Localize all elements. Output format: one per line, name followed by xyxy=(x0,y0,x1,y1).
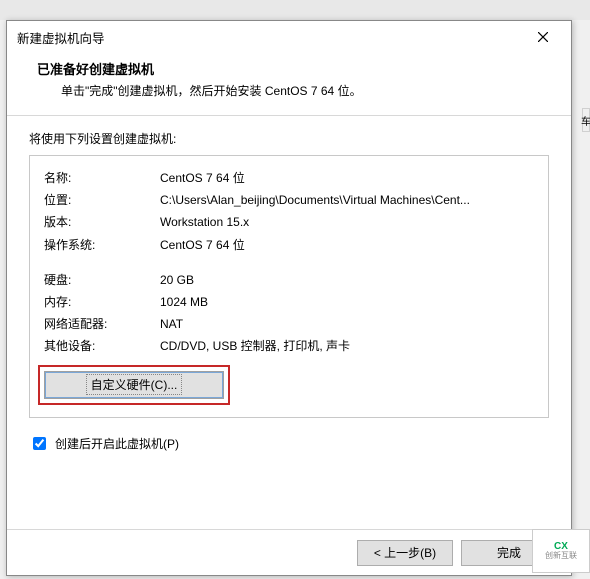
label-other: 其他设备: xyxy=(44,337,160,356)
group-spacer xyxy=(44,258,534,268)
power-on-after-create-checkbox[interactable]: 创建后开启此虚拟机(P) xyxy=(29,434,549,453)
row-os: 操作系统: CentOS 7 64 位 xyxy=(44,236,534,255)
row-name: 名称: CentOS 7 64 位 xyxy=(44,169,534,188)
dialog-title: 新建虚拟机向导 xyxy=(17,28,523,47)
customize-hardware-label: 自定义硬件(C)... xyxy=(86,374,183,395)
value-network: NAT xyxy=(160,315,534,334)
header-subheading: 单击"完成"创建虚拟机，然后开始安装 CentOS 7 64 位。 xyxy=(37,82,541,99)
value-disk: 20 GB xyxy=(160,271,534,290)
value-os: CentOS 7 64 位 xyxy=(160,236,534,255)
value-memory: 1024 MB xyxy=(160,293,534,312)
header: 已准备好创建虚拟机 单击"完成"创建虚拟机，然后开始安装 CentOS 7 64… xyxy=(7,53,571,116)
footer: < 上一步(B) 完成 xyxy=(7,529,571,575)
label-os: 操作系统: xyxy=(44,236,160,255)
label-disk: 硬盘: xyxy=(44,271,160,290)
background-tabs xyxy=(0,0,590,20)
customize-hardware-button[interactable]: 自定义硬件(C)... xyxy=(44,371,224,399)
watermark-logo: CX 创新互联 xyxy=(532,529,590,573)
watermark-text: 创新互联 xyxy=(545,552,577,561)
label-memory: 内存: xyxy=(44,293,160,312)
close-icon xyxy=(538,32,548,42)
row-disk: 硬盘: 20 GB xyxy=(44,271,534,290)
label-location: 位置: xyxy=(44,191,160,210)
value-version: Workstation 15.x xyxy=(160,213,534,232)
header-heading: 已准备好创建虚拟机 xyxy=(37,59,541,78)
row-memory: 内存: 1024 MB xyxy=(44,293,534,312)
value-name: CentOS 7 64 位 xyxy=(160,169,534,188)
power-on-checkbox-label: 创建后开启此虚拟机(P) xyxy=(55,435,179,452)
row-other: 其他设备: CD/DVD, USB 控制器, 打印机, 声卡 xyxy=(44,337,534,356)
label-version: 版本: xyxy=(44,213,160,232)
power-on-checkbox-input[interactable] xyxy=(33,437,46,450)
row-network: 网络适配器: NAT xyxy=(44,315,534,334)
row-location: 位置: C:\Users\Alan_beijing\Documents\Virt… xyxy=(44,191,534,210)
titlebar: 新建虚拟机向导 xyxy=(7,21,571,53)
label-name: 名称: xyxy=(44,169,160,188)
value-other: CD/DVD, USB 控制器, 打印机, 声卡 xyxy=(160,337,534,356)
row-version: 版本: Workstation 15.x xyxy=(44,213,534,232)
wizard-dialog: 新建虚拟机向导 已准备好创建虚拟机 单击"完成"创建虚拟机，然后开始安装 Cen… xyxy=(6,20,572,576)
side-tab: 车 xyxy=(582,108,590,132)
value-location: C:\Users\Alan_beijing\Documents\Virtual … xyxy=(160,191,534,210)
back-button[interactable]: < 上一步(B) xyxy=(357,540,453,566)
settings-groupbox: 名称: CentOS 7 64 位 位置: C:\Users\Alan_beij… xyxy=(29,155,549,418)
content-area: 将使用下列设置创建虚拟机: 名称: CentOS 7 64 位 位置: C:\U… xyxy=(7,116,571,529)
settings-prompt: 将使用下列设置创建虚拟机: xyxy=(29,130,549,147)
label-network: 网络适配器: xyxy=(44,315,160,334)
close-button[interactable] xyxy=(523,23,563,51)
